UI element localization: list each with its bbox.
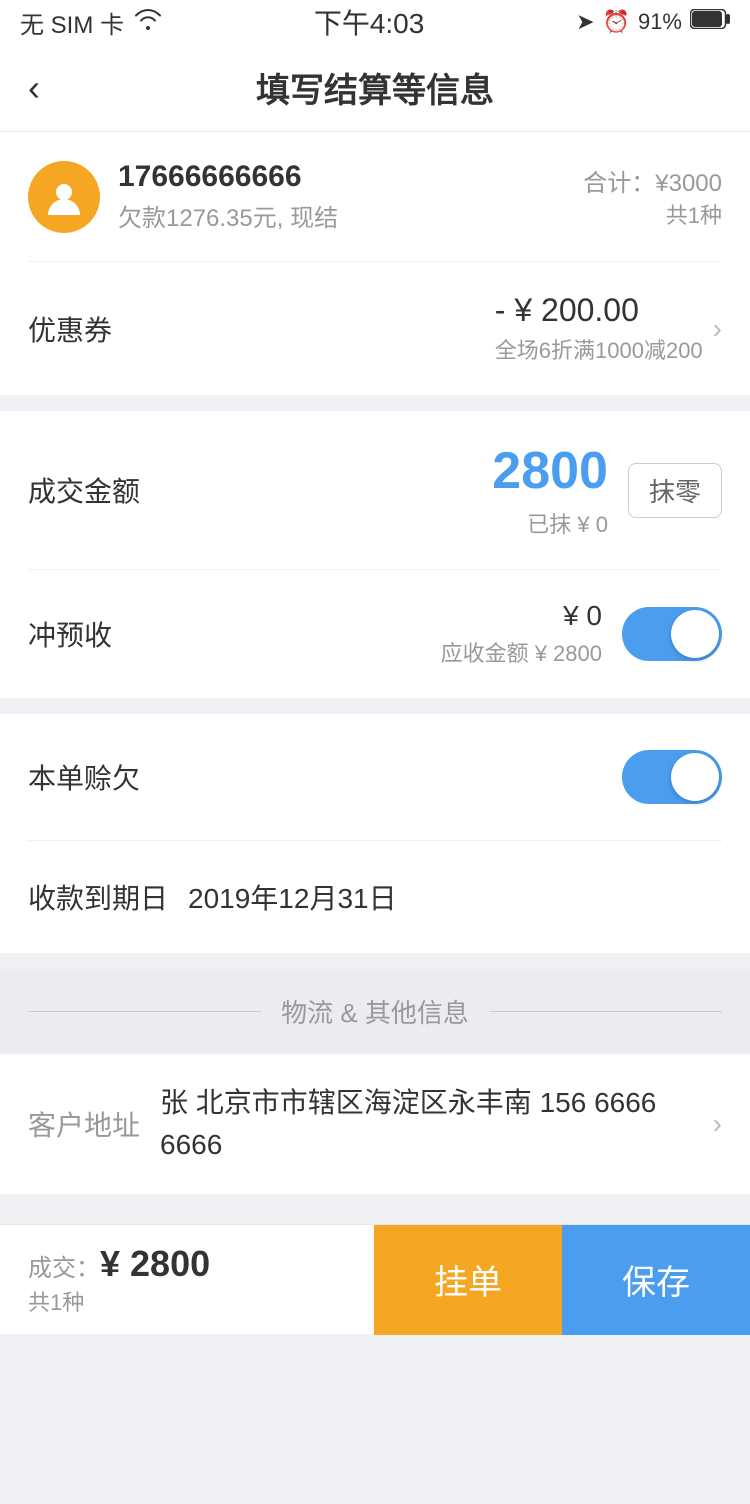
customer-row: 17666666666 欠款1276.35元, 现结 合计：¥3000 共1种 — [28, 132, 722, 261]
debt-toggle-knob — [671, 753, 719, 801]
total-count: 共1种 — [583, 198, 722, 230]
alarm-icon: ⏰ — [603, 9, 630, 35]
battery-icon — [690, 9, 730, 35]
save-button[interactable]: 保存 — [562, 1225, 750, 1335]
wifi-icon — [134, 8, 162, 37]
precharge-value: ¥ 0 — [441, 600, 602, 632]
address-label: 客户地址 — [28, 1104, 140, 1144]
footer-count: 共1种 — [28, 1285, 346, 1317]
footer-info: 成交：¥ 2800 共1种 — [0, 1243, 374, 1317]
status-time: 下午4:03 — [314, 2, 425, 42]
eraze-button[interactable]: 抹零 — [628, 463, 722, 518]
address-value: 张 北京市市辖区海淀区永丰南 156 6666 6666 — [160, 1082, 713, 1166]
logistics-line-left — [28, 1011, 261, 1012]
sim-text: 无 SIM 卡 — [20, 5, 124, 40]
debt-toggle[interactable] — [622, 750, 722, 804]
nav-bar: ‹ 填写结算等信息 — [0, 44, 750, 132]
page-title: 填写结算等信息 — [256, 63, 494, 112]
amount-value: 2800 — [492, 441, 608, 501]
precharge-toggle[interactable] — [622, 607, 722, 661]
coupon-desc: 全场6折满1000减200 — [495, 333, 703, 365]
customer-info: 17666666666 欠款1276.35元, 现结 — [118, 160, 338, 233]
amount-right: 2800 已抹 ¥ 0 抹零 — [492, 441, 722, 539]
coupon-label: 优惠券 — [28, 309, 112, 349]
logistics-title: 物流 & 其他信息 — [281, 993, 469, 1030]
amount-label: 成交金额 — [28, 470, 140, 510]
precharge-sub: 应收金额 ¥ 2800 — [441, 636, 602, 668]
coupon-amount: - ¥ 200.00 — [495, 292, 703, 329]
amount-section: 成交金额 2800 已抹 ¥ 0 抹零 冲预收 ¥ 0 应收金额 ¥ 2800 — [0, 411, 750, 698]
debt-label: 本单赊欠 — [28, 757, 140, 797]
coupon-row[interactable]: 优惠券 - ¥ 200.00 全场6折满1000减200 › — [28, 261, 722, 395]
footer-amount: ¥ 2800 — [100, 1243, 210, 1284]
debt-row: 本单赊欠 — [28, 714, 722, 840]
precharge-row: 冲预收 ¥ 0 应收金额 ¥ 2800 — [28, 569, 722, 698]
logistics-line-right — [489, 1011, 722, 1012]
avatar — [28, 161, 100, 233]
debt-section: 本单赊欠 收款到期日 2019年12月31日 — [0, 714, 750, 953]
customer-phone: 17666666666 — [118, 160, 338, 194]
precharge-right: ¥ 0 应收金额 ¥ 2800 — [441, 600, 722, 668]
address-chevron-icon: › — [713, 1108, 722, 1140]
customer-left: 17666666666 欠款1276.35元, 现结 — [28, 160, 338, 233]
duedate-label: 收款到期日 — [28, 877, 168, 917]
coupon-right: - ¥ 200.00 全场6折满1000减200 › — [495, 292, 722, 365]
status-bar: 无 SIM 卡 下午4:03 ➤ ⏰ 91% — [0, 0, 750, 44]
precharge-label: 冲预收 — [28, 614, 112, 654]
back-button[interactable]: ‹ — [28, 67, 40, 109]
hang-button[interactable]: 挂单 — [374, 1225, 562, 1335]
precharge-value-block: ¥ 0 应收金额 ¥ 2800 — [441, 600, 602, 668]
logistics-header: 物流 & 其他信息 — [0, 969, 750, 1054]
footer-deal-label: 成交：¥ 2800 — [28, 1243, 346, 1285]
status-left: 无 SIM 卡 — [20, 5, 162, 40]
location-icon: ➤ — [576, 9, 594, 35]
customer-total: 合计：¥3000 共1种 — [583, 163, 722, 230]
battery-text: 91% — [638, 9, 682, 35]
coupon-chevron-icon: › — [713, 313, 722, 345]
amount-row: 成交金额 2800 已抹 ¥ 0 抹零 — [28, 411, 722, 569]
footer: 成交：¥ 2800 共1种 挂单 保存 — [0, 1224, 750, 1334]
customer-section: 17666666666 欠款1276.35元, 现结 合计：¥3000 共1种 … — [0, 132, 750, 395]
duedate-row: 收款到期日 2019年12月31日 — [28, 840, 722, 953]
status-right: ➤ ⏰ 91% — [576, 9, 730, 35]
duedate-value: 2019年12月31日 — [188, 877, 397, 917]
amount-sub: 已抹 ¥ 0 — [492, 507, 608, 539]
address-row[interactable]: 客户地址 张 北京市市辖区海淀区永丰南 156 6666 6666 › — [0, 1054, 750, 1194]
total-label: 合计：¥3000 — [583, 163, 722, 198]
customer-sub-info: 欠款1276.35元, 现结 — [118, 198, 338, 233]
toggle-knob — [671, 610, 719, 658]
